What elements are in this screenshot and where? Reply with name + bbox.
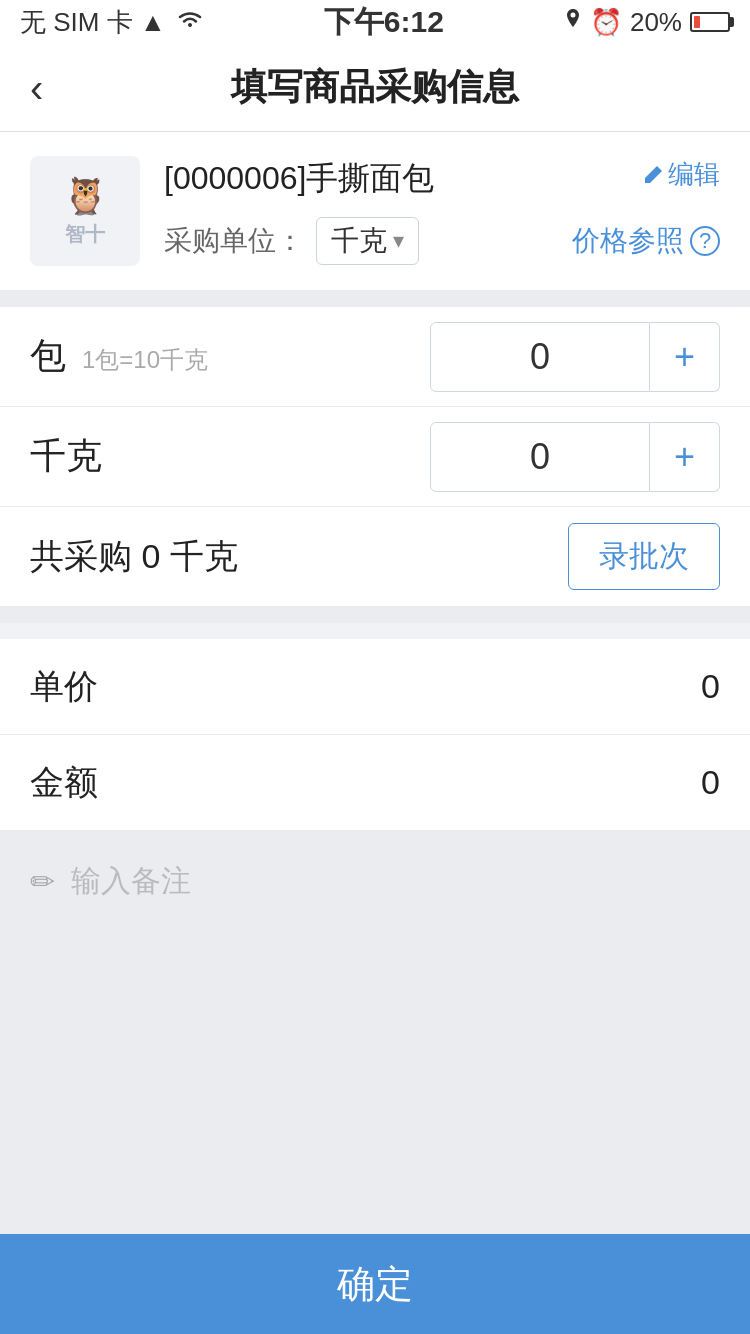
product-image: 🦉 智十 [30, 156, 140, 266]
sim-status: 无 SIM 卡 ▲ [20, 5, 166, 40]
product-logo: 🦉 智十 [63, 175, 108, 248]
confirm-button[interactable]: 确定 [0, 1234, 750, 1334]
edit-button[interactable]: 编辑 [642, 157, 720, 192]
bag-plus-button[interactable]: + [650, 322, 720, 392]
kg-label: 千克 [30, 432, 102, 481]
product-name: [0000006]手撕面包 [164, 157, 434, 201]
unit-dropdown-arrow: ▾ [393, 228, 404, 254]
logo-text: 智十 [65, 221, 105, 248]
product-info: [0000006]手撕面包 编辑 采购单位： 千克 ▾ 价格参照 ? [164, 157, 720, 265]
section-divider-2 [0, 607, 750, 623]
remarks-placeholder: 输入备注 [71, 861, 191, 902]
product-card: 🦉 智十 [0000006]手撕面包 编辑 采购单位： 千克 ▾ 价格参照 ? [0, 132, 750, 291]
back-button[interactable]: ‹ [30, 68, 43, 108]
unit-price-label: 单价 [30, 664, 98, 710]
section-divider-1 [0, 291, 750, 307]
bag-sub-label: 1包=10千克 [82, 344, 208, 376]
content-area [0, 932, 750, 1272]
summary-suffix: 千克 [160, 537, 237, 575]
bag-input-row: 包 1包=10千克 + [0, 307, 750, 407]
record-batch-button[interactable]: 录批次 [568, 523, 720, 590]
kg-plus-button[interactable]: + [650, 422, 720, 492]
page-title: 填写商品采购信息 [231, 63, 519, 112]
battery-icon [690, 12, 730, 32]
summary-row: 共采购 0 千克 录批次 [0, 507, 750, 607]
unit-price-row: 单价 0 [0, 639, 750, 735]
nav-bar: ‹ 填写商品采购信息 [0, 44, 750, 132]
wifi-icon [176, 7, 204, 38]
unit-select[interactable]: 千克 ▾ [316, 217, 419, 265]
amount-label: 金额 [30, 760, 98, 806]
price-ref-info-icon: ? [690, 226, 720, 256]
bag-quantity-input[interactable] [430, 322, 650, 392]
summary-prefix: 共采购 [30, 537, 141, 575]
product-unit-row: 采购单位： 千克 ▾ 价格参照 ? [164, 217, 720, 265]
status-right: ⏰ 20% [564, 7, 730, 38]
product-header: [0000006]手撕面包 编辑 [164, 157, 720, 201]
kg-label-group: 千克 [30, 432, 430, 481]
kg-quantity-input[interactable] [430, 422, 650, 492]
bag-input-group: + [430, 322, 720, 392]
price-ref-button[interactable]: 价格参照 ? [572, 222, 720, 260]
status-bar: 无 SIM 卡 ▲ 下午6:12 ⏰ 20% [0, 0, 750, 44]
unit-value: 千克 [331, 222, 387, 260]
kg-input-row: 千克 + [0, 407, 750, 507]
bag-label: 包 [30, 332, 66, 381]
price-ref-label: 价格参照 [572, 222, 684, 260]
alarm-icon: ⏰ [590, 7, 622, 38]
edit-label: 编辑 [668, 157, 720, 192]
summary-text: 共采购 0 千克 [30, 534, 238, 580]
remarks-section[interactable]: ✏ 输入备注 [0, 831, 750, 932]
price-section: 单价 0 金额 0 [0, 639, 750, 831]
status-left: 无 SIM 卡 ▲ [20, 5, 204, 40]
bag-label-group: 包 1包=10千克 [30, 332, 430, 381]
amount-value: 0 [701, 763, 720, 802]
owl-icon: 🦉 [63, 175, 108, 217]
kg-input-group: + [430, 422, 720, 492]
unit-label: 采购单位： [164, 222, 304, 260]
amount-row: 金额 0 [0, 735, 750, 831]
unit-price-value: 0 [701, 667, 720, 706]
location-icon [564, 7, 582, 38]
input-section: 包 1包=10千克 + 千克 + 共采购 0 千克 录批次 [0, 307, 750, 607]
battery-percent: 20% [630, 7, 682, 38]
summary-amount: 0 [141, 537, 160, 575]
pencil-icon: ✏ [30, 864, 55, 899]
status-time: 下午6:12 [324, 2, 444, 43]
